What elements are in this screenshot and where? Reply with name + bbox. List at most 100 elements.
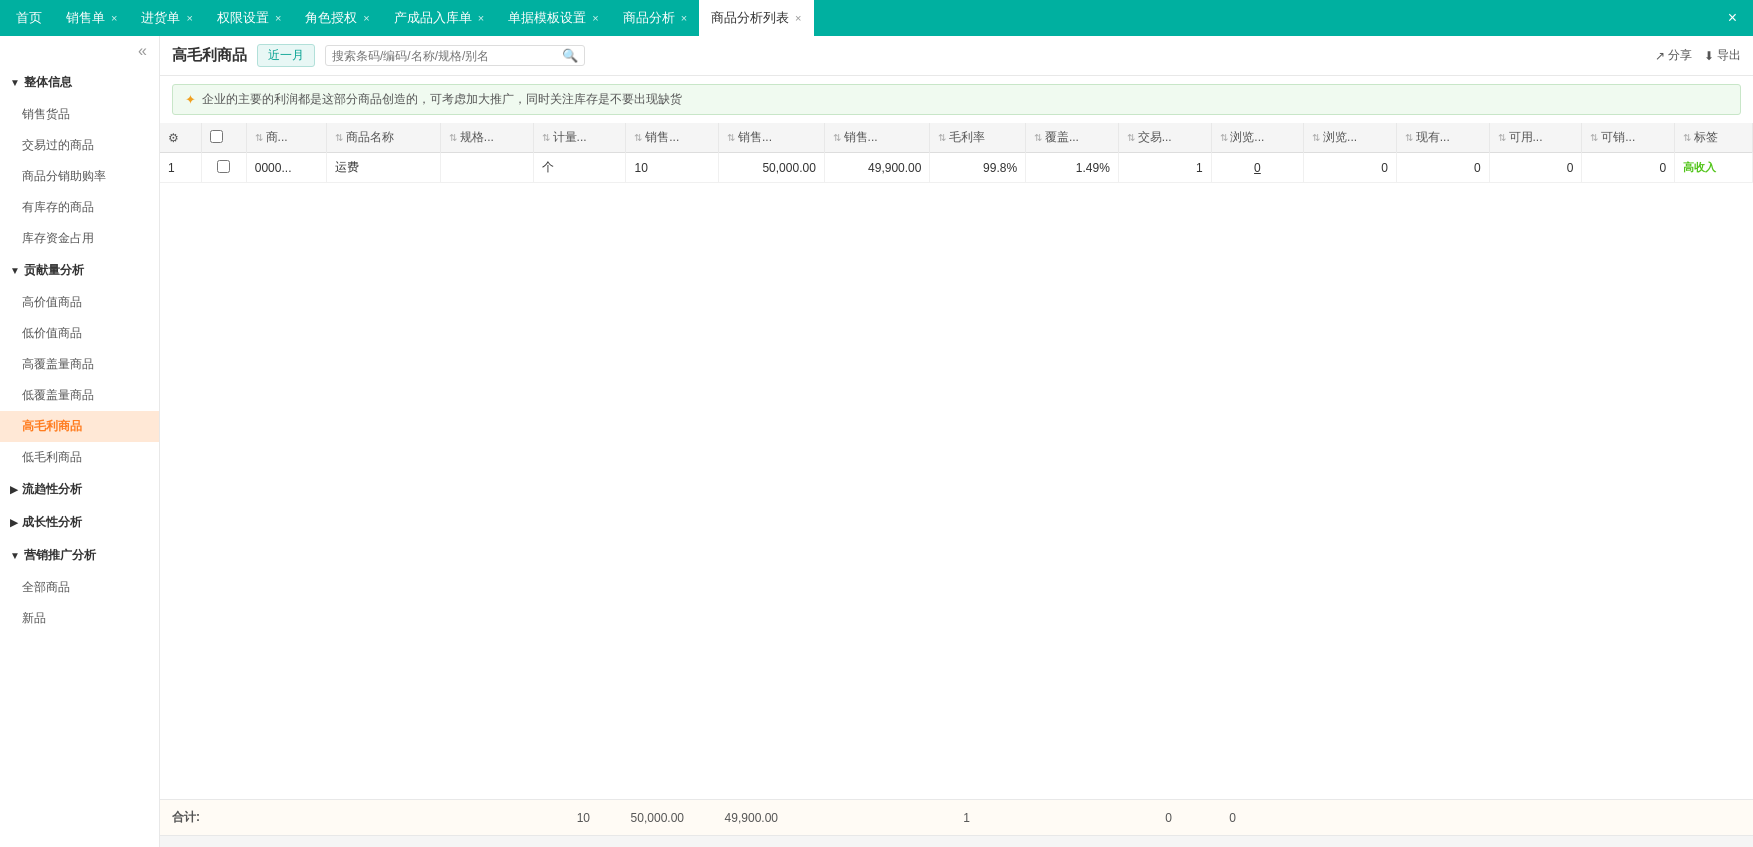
export-icon: ⬇: [1704, 49, 1714, 63]
col-header-sales_cost[interactable]: ⇅ 销售...: [824, 123, 930, 153]
nav-tab-权限设置[interactable]: 权限设置 ×: [205, 0, 293, 36]
sidebar-group-2[interactable]: ▶流趋性分析: [0, 473, 159, 506]
sidebar-item-0-2[interactable]: 商品分销助购率: [0, 161, 159, 192]
col-header-name[interactable]: ⇅ 商品名称: [327, 123, 441, 153]
col-header-unit[interactable]: ⇅ 计量...: [533, 123, 626, 153]
cell-current_stock: 0: [1397, 153, 1490, 183]
col-header-seq[interactable]: ⚙: [160, 123, 201, 153]
col-header-sales_amount[interactable]: ⇅ 销售...: [719, 123, 825, 153]
tab-close-icon[interactable]: ×: [795, 12, 801, 24]
sort-icon: ⇅: [542, 132, 553, 143]
sidebar-group-4[interactable]: ▼营销推广分析: [0, 539, 159, 572]
sidebar-item-1-1[interactable]: 低价值商品: [0, 318, 159, 349]
col-header-coverage[interactable]: ⇅ 覆盖...: [1026, 123, 1119, 153]
bottom-scrollbar[interactable]: [160, 835, 1753, 847]
sidebar-collapse-button[interactable]: «: [132, 40, 153, 62]
sidebar-item-4-0[interactable]: 全部商品: [0, 572, 159, 603]
table-row: 10000...运费个1050,000.0049,900.0099.8%1.49…: [160, 153, 1753, 183]
col-header-spec[interactable]: ⇅ 规格...: [441, 123, 534, 153]
sidebar-group-arrow-icon: ▶: [10, 517, 18, 528]
col-header-salable[interactable]: ⇅ 可销...: [1582, 123, 1675, 153]
col-header-trade[interactable]: ⇅ 交易...: [1118, 123, 1211, 153]
footer-cell: [464, 811, 534, 825]
sidebar-item-1-5[interactable]: 低毛利商品: [0, 442, 159, 473]
sidebar-item-1-0[interactable]: 高价值商品: [0, 287, 159, 318]
col-header-view2[interactable]: ⇅ 浏览...: [1304, 123, 1397, 153]
info-icon: ✦: [185, 92, 196, 107]
sort-icon: ⇅: [1683, 132, 1694, 143]
sidebar-item-1-3[interactable]: 低覆盖量商品: [0, 380, 159, 411]
tab-close-icon[interactable]: ×: [592, 12, 598, 24]
footer-cell: [790, 811, 850, 825]
sort-icon: ⇅: [1590, 132, 1601, 143]
row-checkbox[interactable]: [217, 160, 230, 173]
footer-cell: 10: [538, 811, 598, 825]
nav-tab-商品分析[interactable]: 商品分析 ×: [611, 0, 699, 36]
tab-close-icon[interactable]: ×: [186, 12, 192, 24]
footer-cell: 49,900.00: [696, 811, 786, 825]
table-container[interactable]: ⚙⇅ 商...⇅ 商品名称⇅ 规格...⇅ 计量...⇅ 销售...⇅ 销售..…: [160, 123, 1753, 799]
main-layout: « ▼整体信息销售货品交易过的商品商品分销助购率有库存的商品库存资金占用▼贡献量…: [0, 36, 1753, 847]
share-button[interactable]: ↗ 分享: [1655, 47, 1692, 64]
search-icon: 🔍: [562, 48, 578, 63]
sort-icon: ⇅: [1127, 132, 1138, 143]
nav-tab-进货单[interactable]: 进货单 ×: [129, 0, 204, 36]
sidebar-group-0[interactable]: ▼整体信息: [0, 66, 159, 99]
col-header-gross_rate[interactable]: ⇅ 毛利率: [930, 123, 1026, 153]
sort-icon: ⇅: [1312, 132, 1323, 143]
sidebar-item-0-1[interactable]: 交易过的商品: [0, 130, 159, 161]
col-header-code[interactable]: ⇅ 商...: [246, 123, 327, 153]
sidebar-group-1[interactable]: ▼贡献量分析: [0, 254, 159, 287]
settings-icon[interactable]: ⚙: [168, 131, 179, 145]
sidebar-item-0-3[interactable]: 有库存的商品: [0, 192, 159, 223]
content-area: 高毛利商品 近一月 🔍 ↗ 分享 ⬇ 导出 ✦ 企业的主要的利润都是这部分商品创…: [160, 36, 1753, 847]
filter-recent-month-button[interactable]: 近一月: [257, 44, 315, 67]
export-button[interactable]: ⬇ 导出: [1704, 47, 1741, 64]
nav-tab-销售单[interactable]: 销售单 ×: [54, 0, 129, 36]
tab-close-icon[interactable]: ×: [363, 12, 369, 24]
header-actions: ↗ 分享 ⬇ 导出: [1655, 47, 1741, 64]
sidebar-item-0-0[interactable]: 销售货品: [0, 99, 159, 130]
footer-cells: 1050,000.0049,900.00100: [220, 811, 1741, 825]
tab-close-icon[interactable]: ×: [478, 12, 484, 24]
nav-tab-角色授权[interactable]: 角色授权 ×: [293, 0, 381, 36]
col-header-current_stock[interactable]: ⇅ 现有...: [1397, 123, 1490, 153]
sort-icon: ⇅: [1405, 132, 1416, 143]
select-all-checkbox[interactable]: [210, 130, 223, 143]
sidebar-item-0-4[interactable]: 库存资金占用: [0, 223, 159, 254]
window-close-button[interactable]: ×: [1716, 9, 1749, 27]
footer-cell: [1046, 811, 1106, 825]
sort-icon: ⇅: [634, 132, 645, 143]
col-header-view1[interactable]: ⇅ 浏览...: [1211, 123, 1304, 153]
sidebar-item-1-4[interactable]: 高毛利商品: [0, 411, 159, 442]
search-box: 🔍: [325, 45, 585, 66]
sidebar-group-3[interactable]: ▶成长性分析: [0, 506, 159, 539]
col-header-sales_qty[interactable]: ⇅ 销售...: [626, 123, 719, 153]
col-header-tag[interactable]: ⇅ 标签: [1675, 123, 1753, 153]
cell-view2: 0: [1304, 153, 1397, 183]
col-header-checkbox[interactable]: [201, 123, 246, 153]
sidebar-group-arrow-icon: ▼: [10, 265, 20, 276]
nav-tab-产成品入库单[interactable]: 产成品入库单 ×: [382, 0, 496, 36]
nav-tab-单据模板设置[interactable]: 单据模板设置 ×: [496, 0, 610, 36]
nav-tab-商品分析列表[interactable]: 商品分析列表 ×: [699, 0, 813, 36]
cell-coverage: 1.49%: [1026, 153, 1119, 183]
cell-sales_amount: 50,000.00: [719, 153, 825, 183]
col-header-usable[interactable]: ⇅ 可用...: [1489, 123, 1582, 153]
sort-icon: ⇅: [1498, 132, 1509, 143]
tab-close-icon[interactable]: ×: [681, 12, 687, 24]
sidebar-item-1-2[interactable]: 高覆盖量商品: [0, 349, 159, 380]
tab-close-icon[interactable]: ×: [111, 12, 117, 24]
sort-icon: ⇅: [1034, 132, 1045, 143]
sidebar-item-4-1[interactable]: 新品: [0, 603, 159, 634]
sidebar-group-arrow-icon: ▼: [10, 77, 20, 88]
search-input[interactable]: [332, 49, 558, 63]
tab-close-icon[interactable]: ×: [275, 12, 281, 24]
cell-view1[interactable]: 0: [1211, 153, 1304, 183]
footer-cell: 0: [1184, 811, 1244, 825]
nav-tab-首页[interactable]: 首页: [4, 0, 54, 36]
cell-salable: 0: [1582, 153, 1675, 183]
footer-cell: [254, 811, 272, 825]
footer-cell: [276, 811, 336, 825]
cell-unit: 个: [533, 153, 626, 183]
